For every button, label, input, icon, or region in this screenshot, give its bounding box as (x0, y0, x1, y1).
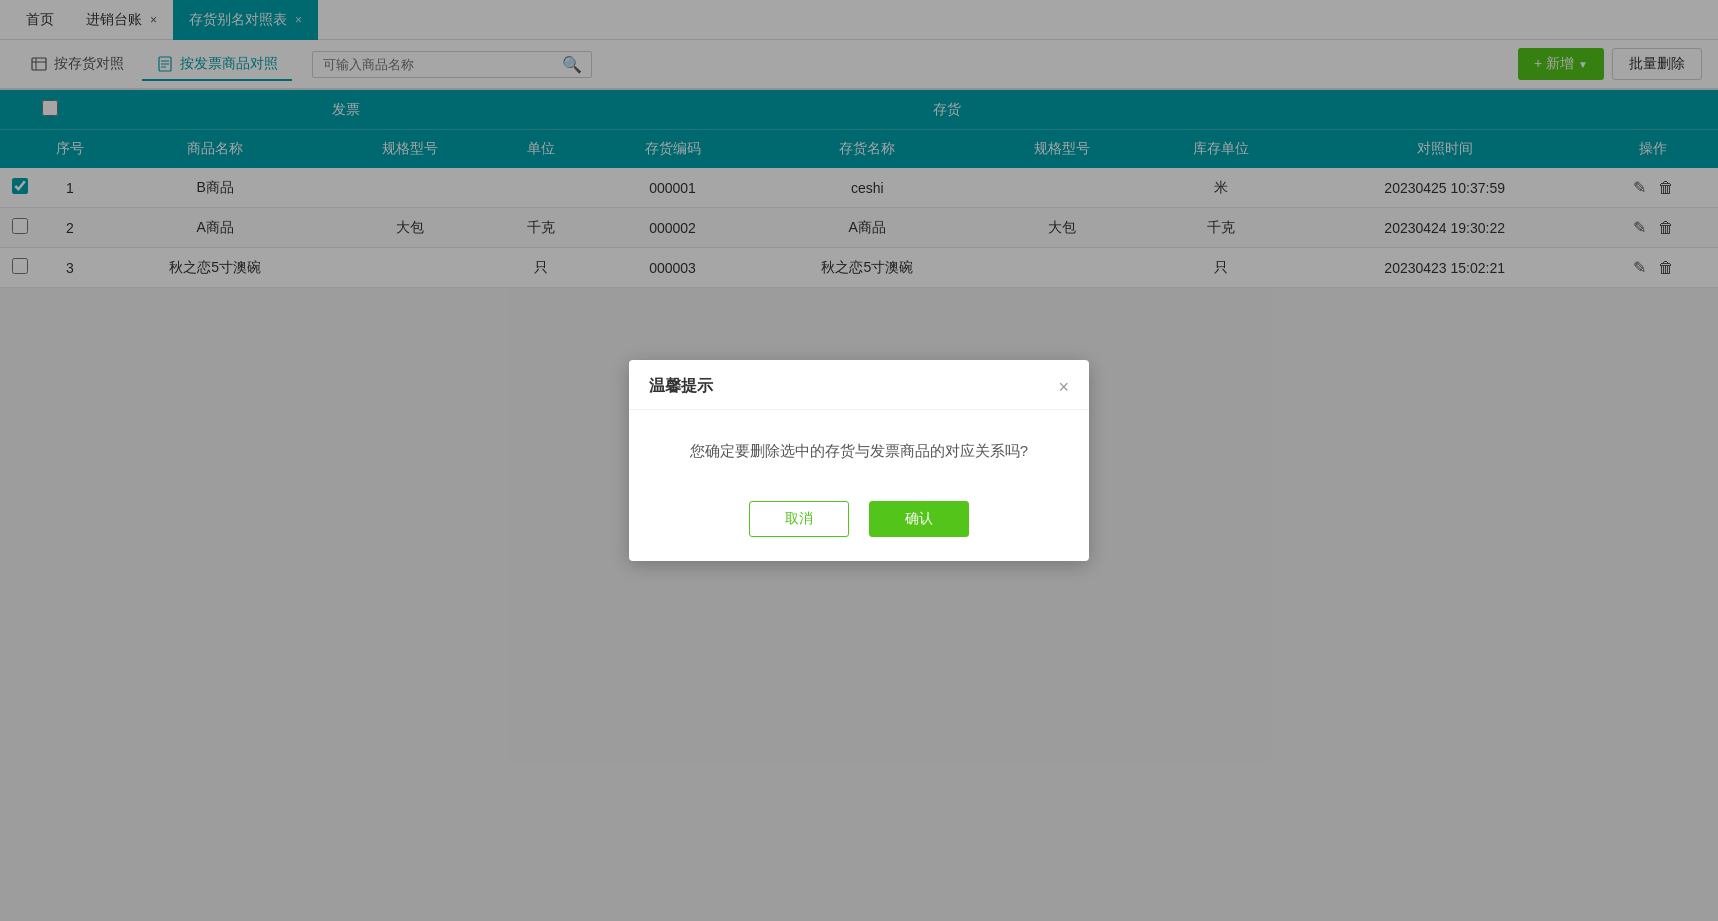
modal-overlay: 温馨提示 × 您确定要删除选中的存货与发票商品的对应关系吗? 取消 确认 (0, 0, 1718, 288)
